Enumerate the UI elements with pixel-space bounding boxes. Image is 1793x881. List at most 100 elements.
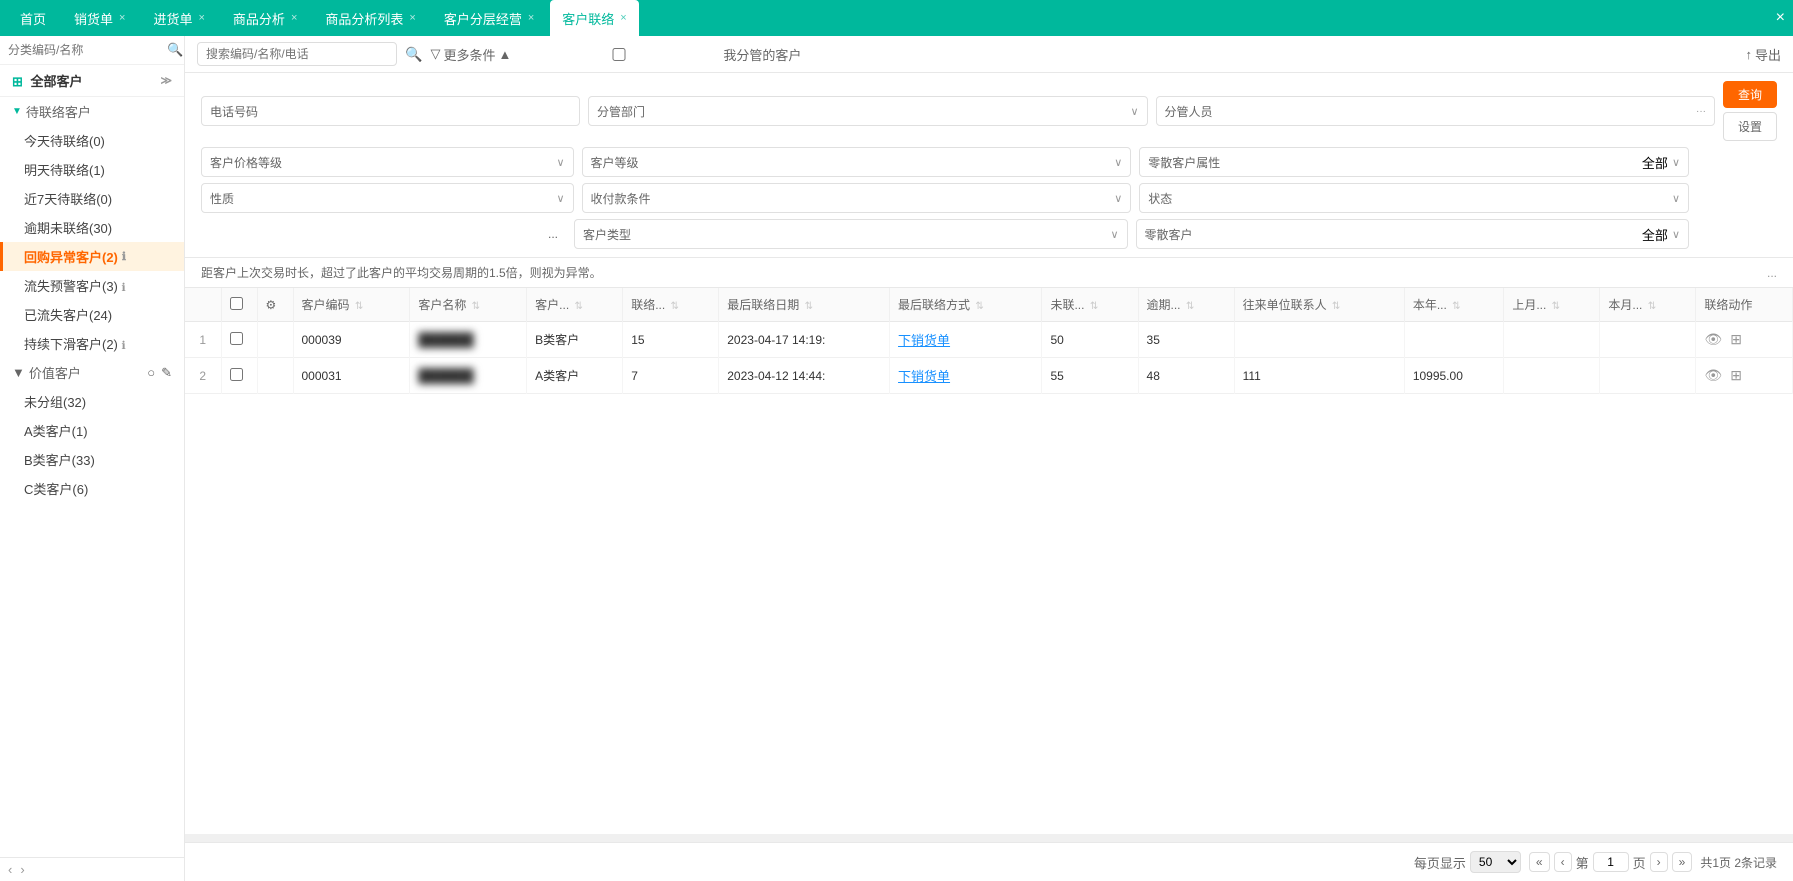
sidebar-search-input[interactable] — [8, 43, 163, 57]
close-customer-stratified-icon[interactable]: × — [528, 12, 534, 24]
filter-search-icon[interactable]: 🔍 — [405, 46, 422, 63]
sidebar-item-7days[interactable]: 近7天待联络(0) — [0, 184, 184, 213]
cell-last-method-2[interactable]: 下销货单 — [890, 358, 1042, 394]
sidebar-item-churned[interactable]: 已流失客户(24) — [0, 300, 184, 329]
nav-customer-contact[interactable]: 客户联络 × — [550, 0, 638, 36]
filter-payment[interactable]: 收付款条件 ∨ — [582, 183, 1132, 213]
filter-gender[interactable]: 性质 ∨ — [201, 183, 574, 213]
search-input[interactable] — [197, 42, 397, 66]
grid-icon-2[interactable]: ⊞ — [1730, 367, 1742, 384]
cell-type-1: B类客户 — [527, 322, 623, 358]
nav-home[interactable]: 首页 — [8, 0, 58, 36]
th-last-contact-date[interactable]: 最后联络日期 ⇅ — [719, 288, 890, 322]
sidebar-item-c-customers[interactable]: C类客户(6) — [0, 474, 184, 503]
close-purchase-order-icon[interactable]: × — [198, 12, 204, 24]
filter-retail-customer[interactable]: 零散客户 全部 ∨ — [1136, 219, 1690, 249]
grid-icon-1[interactable]: ⊞ — [1730, 331, 1742, 348]
close-product-analysis-icon[interactable]: × — [291, 12, 297, 24]
close-product-analysis-list-icon[interactable]: × — [409, 12, 415, 24]
sidebar-item-b-customers[interactable]: B类客户(33) — [0, 445, 184, 474]
cell-last-month-2 — [1504, 358, 1600, 394]
table-area[interactable]: ⚙ 客户编码 ⇅ 客户名称 ⇅ 客户... ⇅ 联络... ⇅ 最后联络日期 ⇅… — [185, 288, 1793, 834]
nav-product-analysis[interactable]: 商品分析 × — [221, 0, 309, 36]
sidebar-item-overdue[interactable]: 逾期未联络(30) — [0, 213, 184, 242]
more-conditions-btn[interactable]: ▽ 更多条件 ▲ — [430, 45, 511, 64]
close-window-icon[interactable]: × — [1776, 9, 1785, 27]
select-all-checkbox[interactable] — [230, 297, 243, 310]
sidebar-right-arrow[interactable]: › — [20, 862, 24, 877]
row4-dots[interactable]: ... — [548, 227, 558, 241]
sidebar-all-customers[interactable]: ⊞ 全部客户 ≫ — [0, 65, 184, 97]
filter-phone[interactable]: 电话号码 — [201, 96, 580, 126]
th-last-contact-method[interactable]: 最后联络方式 ⇅ — [890, 288, 1042, 322]
value-group-circle-icon[interactable]: ○ — [147, 365, 155, 381]
sidebar-item-repurchase-anomaly[interactable]: 回购异常客户(2) ℹ — [0, 242, 184, 271]
nav-sales-order[interactable]: 销货单 × — [62, 0, 137, 36]
cell-last-month-1 — [1504, 322, 1600, 358]
sidebar-item-tomorrow[interactable]: 明天待联络(1) — [0, 155, 184, 184]
row-checkbox-1[interactable] — [230, 332, 243, 345]
th-last-month[interactable]: 上月... ⇅ — [1504, 288, 1600, 322]
view-icon-2[interactable]: 👁 — [1704, 367, 1722, 384]
sidebar-value-group[interactable]: ▼ 价值客户 ○ ✎ — [0, 358, 184, 387]
th-customer-type[interactable]: 客户... ⇅ — [527, 288, 623, 322]
sidebar-item-a-customers[interactable]: A类客户(1) — [0, 416, 184, 445]
page-navigation: « ‹ 第 1 页 › » — [1529, 852, 1692, 872]
person-dots-icon[interactable]: ··· — [1696, 106, 1706, 117]
th-this-year[interactable]: 本年... ⇅ — [1404, 288, 1504, 322]
filter-bar: 🔍 ▽ 更多条件 ▲ 我分管的客户 ↑ 导出 — [185, 36, 1793, 73]
filter-customer-level[interactable]: 客户等级 ∨ — [582, 147, 1132, 177]
export-btn[interactable]: ↑ 导出 — [1745, 45, 1781, 64]
per-page-select[interactable]: 50 20 100 — [1470, 851, 1521, 873]
th-customer-code[interactable]: 客户编码 ⇅ — [293, 288, 410, 322]
filter-retail-attr[interactable]: 零散客户属性 全部 ∨ — [1139, 147, 1689, 177]
settings-button[interactable]: 设置 — [1723, 112, 1777, 141]
horizontal-scrollbar[interactable] — [185, 834, 1793, 842]
filter-person[interactable]: 分管人员 ··· — [1156, 96, 1716, 126]
cell-unit-contact-2: 111 — [1234, 358, 1404, 394]
close-customer-contact-icon[interactable]: × — [620, 12, 626, 24]
value-group-edit-icon[interactable]: ✎ — [161, 365, 172, 381]
filter-dept[interactable]: 分管部门 ∨ — [588, 96, 1148, 126]
my-customers-checkbox[interactable]: 我分管的客户 — [519, 45, 801, 64]
th-overdue[interactable]: 逾期... ⇅ — [1138, 288, 1234, 322]
nav-customer-stratified[interactable]: 客户分层经营 × — [432, 0, 546, 36]
th-unit-contact[interactable]: 往来单位联系人 ⇅ — [1234, 288, 1404, 322]
cell-checkbox-2[interactable] — [221, 358, 257, 394]
th-customer-name[interactable]: 客户名称 ⇅ — [410, 288, 527, 322]
table-row: 1 000039 ██████ B类客户 15 2023-04-17 14:19… — [185, 322, 1793, 358]
cell-type-2: A类客户 — [527, 358, 623, 394]
th-this-month[interactable]: 本月... ⇅ — [1600, 288, 1696, 322]
sidebar-item-churn-warning[interactable]: 流失预警客户(3) ℹ — [0, 271, 184, 300]
view-icon-1[interactable]: 👁 — [1704, 331, 1722, 348]
sidebar-item-declining[interactable]: 持续下滑客户(2) ℹ — [0, 329, 184, 358]
filter-status[interactable]: 状态 ∨ — [1139, 183, 1689, 213]
page-number-input[interactable]: 1 — [1593, 852, 1629, 872]
row-checkbox-2[interactable] — [230, 368, 243, 381]
cell-last-method-1[interactable]: 下销货单 — [890, 322, 1042, 358]
tooltip-more-icon[interactable]: ... — [1767, 266, 1777, 280]
sidebar-item-ungrouped[interactable]: 未分组(32) — [0, 387, 184, 416]
th-uncontacted[interactable]: 未联... ⇅ — [1042, 288, 1138, 322]
collapse-icon: ≫ — [160, 74, 172, 87]
last-page-btn[interactable]: » — [1672, 852, 1693, 872]
filter-price-level[interactable]: 客户价格等级 ∨ — [201, 147, 574, 177]
sidebar-search-icon[interactable]: 🔍 — [167, 42, 183, 58]
next-page-btn[interactable]: › — [1650, 852, 1668, 872]
th-contact[interactable]: 联络... ⇅ — [623, 288, 719, 322]
my-customers-check[interactable] — [519, 48, 719, 61]
sidebar-item-today[interactable]: 今天待联络(0) — [0, 126, 184, 155]
filter-customer-type[interactable]: 客户类型 ∨ — [574, 219, 1128, 249]
nav-product-analysis-list[interactable]: 商品分析列表 × — [313, 0, 427, 36]
sidebar-left-arrow[interactable]: ‹ — [8, 862, 12, 877]
filter-row-3: 性质 ∨ 收付款条件 ∨ 状态 ∨ — [201, 183, 1777, 213]
cell-checkbox-1[interactable] — [221, 322, 257, 358]
query-button[interactable]: 查询 — [1723, 81, 1777, 108]
prev-page-btn[interactable]: ‹ — [1554, 852, 1572, 872]
cell-uncontacted-1: 50 — [1042, 322, 1138, 358]
first-page-btn[interactable]: « — [1529, 852, 1550, 872]
th-settings[interactable]: ⚙ — [257, 288, 293, 322]
cell-this-year-2: 10995.00 — [1404, 358, 1504, 394]
close-sales-order-icon[interactable]: × — [119, 12, 125, 24]
nav-purchase-order[interactable]: 进货单 × — [141, 0, 216, 36]
